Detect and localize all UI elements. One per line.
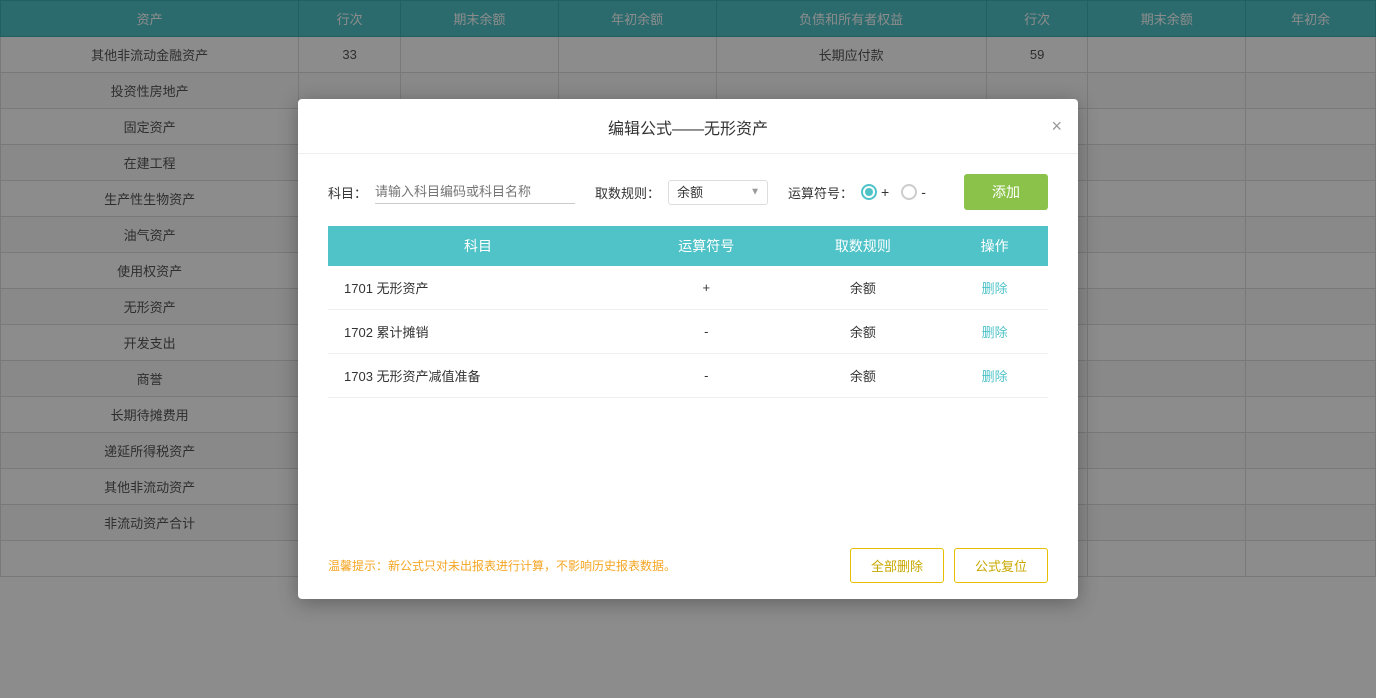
modal-table-th: 运算符号 bbox=[628, 226, 785, 266]
footer-buttons: 全部删除 公式复位 bbox=[850, 548, 1048, 583]
table-row: 1702 累计摊销-余额删除 bbox=[328, 310, 1048, 354]
subject-input[interactable] bbox=[375, 180, 575, 204]
rule-label: 取数规则： bbox=[595, 183, 660, 202]
rule-group: 取数规则： 余额借方发生额贷方发生额 ▼ bbox=[595, 180, 768, 205]
table-row: 1701 无形资产+余额删除 bbox=[328, 266, 1048, 310]
radio-checked-icon bbox=[861, 184, 877, 200]
rule-select-wrapper: 余额借方发生额贷方发生额 ▼ bbox=[668, 180, 768, 205]
radio-unchecked-icon bbox=[901, 184, 917, 200]
modal-table-th: 操作 bbox=[941, 226, 1048, 266]
footer-hint: 温馨提示：新公式只对未出报表进行计算，不影响历史报表数据。 bbox=[328, 557, 676, 574]
delete-row-link[interactable]: 删除 bbox=[982, 325, 1008, 340]
modal-overlay: 编辑公式——无形资产 × 科目： 取数规则： 余额借方发生额贷方发生额 ▼ bbox=[0, 0, 1376, 698]
radio-item[interactable]: + bbox=[861, 184, 889, 200]
modal-header: 编辑公式——无形资产 × bbox=[298, 99, 1078, 154]
radio-label: + bbox=[881, 184, 889, 200]
radio-item[interactable]: - bbox=[901, 184, 926, 200]
delete-row-link[interactable]: 删除 bbox=[982, 369, 1008, 384]
subject-group: 科目： bbox=[328, 180, 575, 204]
reset-formula-button[interactable]: 公式复位 bbox=[954, 548, 1048, 583]
delete-all-button[interactable]: 全部删除 bbox=[850, 548, 944, 583]
modal-footer: 温馨提示：新公式只对未出报表进行计算，不影响历史报表数据。 全部删除 公式复位 bbox=[298, 532, 1078, 599]
modal-table-th: 科目 bbox=[328, 226, 628, 266]
subject-label: 科目： bbox=[328, 183, 367, 202]
modal-table-th: 取数规则 bbox=[785, 226, 942, 266]
table-row: 1703 无形资产减值准备-余额删除 bbox=[328, 354, 1048, 398]
rule-select[interactable]: 余额借方发生额贷方发生额 bbox=[668, 180, 768, 205]
modal-form: 科目： 取数规则： 余额借方发生额贷方发生额 ▼ 运算符号： +- 添加 bbox=[298, 154, 1078, 226]
formula-table-wrapper: 科目运算符号取数规则操作 1701 无形资产+余额删除1702 累计摊销-余额删… bbox=[298, 226, 1078, 532]
radio-label: - bbox=[921, 184, 926, 200]
formula-table: 科目运算符号取数规则操作 1701 无形资产+余额删除1702 累计摊销-余额删… bbox=[328, 226, 1048, 398]
modal-dialog: 编辑公式——无形资产 × 科目： 取数规则： 余额借方发生额贷方发生额 ▼ bbox=[298, 99, 1078, 599]
modal-close-button[interactable]: × bbox=[1051, 117, 1062, 135]
operator-group: 运算符号： +- bbox=[788, 183, 926, 202]
add-button[interactable]: 添加 bbox=[964, 174, 1048, 210]
delete-row-link[interactable]: 删除 bbox=[982, 281, 1008, 296]
operator-label: 运算符号： bbox=[788, 183, 853, 202]
operator-radio-group: +- bbox=[861, 184, 926, 200]
modal-title: 编辑公式——无形资产 bbox=[608, 121, 768, 138]
page-wrapper: 资产行次期末余额年初余额负债和所有者权益行次期末余额年初余 其他非流动金融资产3… bbox=[0, 0, 1376, 698]
